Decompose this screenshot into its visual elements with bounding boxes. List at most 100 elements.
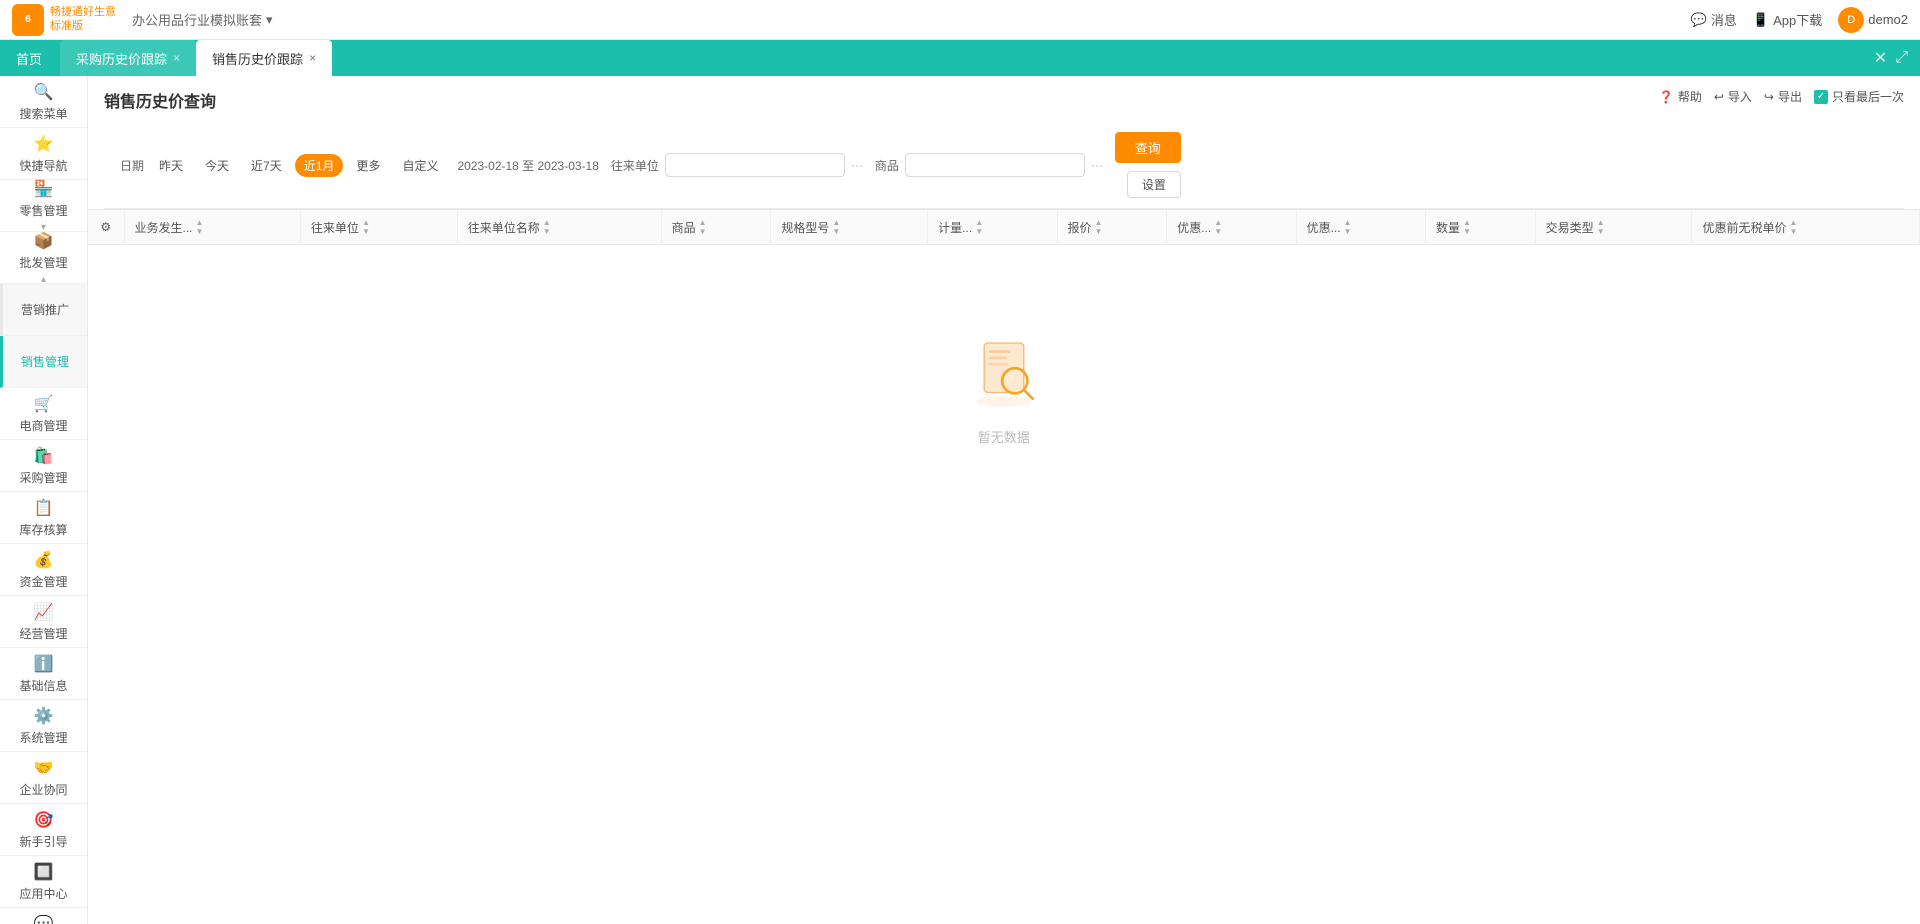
sidebar-item-shortcut[interactable]: ⭐ 快捷导航 [0,128,87,180]
tab-bar-actions: ✕ ⤢ [1874,48,1920,68]
sidebar-item-retail[interactable]: 🏪 零售管理 ▾ [0,180,87,232]
collab-icon: 🤝 [34,758,54,778]
import-icon: ↩ [1714,90,1724,104]
sidebar-item-ecommerce[interactable]: 🛒 电商管理 [0,388,87,440]
col-biz-date[interactable]: 业务发生... ▲▼ [124,210,300,245]
retail-icon: 🏪 [34,179,54,199]
goods-input[interactable] [905,153,1085,177]
sort-arrows-unit: ▲▼ [975,218,983,236]
col-trade-type[interactable]: 交易类型 ▲▼ [1535,210,1692,245]
col-discount2[interactable]: 优惠... ▲▼ [1296,210,1425,245]
date-btn-7days[interactable]: 近7天 [242,154,291,177]
col-discount1[interactable]: 优惠... ▲▼ [1167,210,1296,245]
tab-sales-label: 销售历史价跟踪 [212,49,303,68]
partner-dots-button[interactable]: ··· [851,158,863,172]
col-quantity[interactable]: 数量 ▲▼ [1425,210,1535,245]
tab-sales[interactable]: 销售历史价跟踪 × [196,40,332,76]
sidebar-item-sales-mgmt[interactable]: 销售管理 [0,336,87,388]
system-icon: ⚙️ [34,706,54,726]
col-goods[interactable]: 商品 ▲▼ [661,210,771,245]
sidebar-label-wholesale: 批发管理 [19,254,67,271]
sidebar-label-operations: 经营管理 [19,625,67,642]
tab-purchase[interactable]: 采购历史价跟踪 × [60,40,196,76]
export-icon: ↪ [1764,90,1774,104]
download-button[interactable]: 📱 App下载 [1753,10,1822,29]
sort-arrows-quantity: ▲▼ [1463,218,1471,236]
sidebar-item-marketing[interactable]: 营销推广 [0,284,87,336]
col-spec[interactable]: 规格型号 ▲▼ [771,210,928,245]
export-button[interactable]: ↪ 导出 [1764,88,1802,105]
tab-purchase-close[interactable]: × [173,51,180,65]
partner-filter-label: 往来单位 [611,157,659,174]
sidebar-item-apps[interactable]: 🔲 应用中心 [0,856,87,908]
download-icon: 📱 [1753,12,1769,28]
app-selector[interactable]: 办公用品行业模拟账套 ▾ [124,6,281,33]
tab-home[interactable]: 首页 [0,40,58,76]
date-btn-custom[interactable]: 自定义 [393,154,447,177]
sidebar-item-search[interactable]: 🔍 搜索菜单 [0,76,87,128]
message-icon: 💬 [1691,12,1707,28]
date-filter-group: 日期 昨天 今天 近7天 近1月 更多 自定义 2023-02-18 至 202… [120,154,599,177]
sidebar-item-basic[interactable]: ℹ️ 基础信息 [0,648,87,700]
date-shortcuts: 昨天 今天 近7天 近1月 更多 自定义 [150,154,447,177]
import-button[interactable]: ↩ 导入 [1714,88,1752,105]
sidebar-label-search: 搜索菜单 [19,105,67,122]
sidebar-item-wholesale[interactable]: 📦 批发管理 ▴ [0,232,87,284]
logo-line2: 标准版 [50,20,116,33]
apps-icon: 🔲 [34,862,54,882]
chevron-up-icon-wholesale: ▴ [41,274,46,285]
tab-sales-close[interactable]: × [309,51,316,65]
sidebar-label-shortcut: 快捷导航 [19,157,67,174]
col-partner-name[interactable]: 往来单位名称 ▲▼ [457,210,661,245]
col-pretax-price[interactable]: 优惠前无税单价 ▲▼ [1692,210,1920,245]
logo-symbol: 6 [25,14,31,25]
goods-filter-group: 商品 ··· [875,153,1103,177]
col-partner-code[interactable]: 往来单位 ▲▼ [300,210,457,245]
maximize-button[interactable]: ⤢ [1895,49,1908,67]
empty-row: 暂无数据 [88,245,1920,527]
sidebar-item-operations[interactable]: 📈 经营管理 [0,596,87,648]
setting-button[interactable]: 设置 [1127,171,1181,198]
data-table: ⚙ 业务发生... ▲▼ 往来单位 ▲▼ [88,210,1920,526]
sidebar-item-system[interactable]: ⚙️ 系统管理 [0,700,87,752]
top-bar-right: 💬 消息 📱 App下载 D demo2 [1691,7,1908,33]
sidebar-item-purchase[interactable]: 🛍️ 采购管理 [0,440,87,492]
table-container: ⚙ 业务发生... ▲▼ 往来单位 ▲▼ [88,210,1920,924]
table-gear-col[interactable]: ⚙ [88,210,124,245]
logo-icon: 6 [12,4,44,36]
avatar: D [1838,7,1864,33]
sort-arrows-goods: ▲▼ [699,218,707,236]
date-btn-more[interactable]: 更多 [347,154,389,177]
purchase-icon: 🛍️ [34,446,54,466]
operations-icon: 📈 [34,602,54,622]
sort-arrows-discount2: ▲▼ [1344,218,1352,236]
table-body: 暂无数据 [88,245,1920,527]
filter-area: 日期 昨天 今天 近7天 近1月 更多 自定义 2023-02-18 至 202… [104,122,1904,209]
query-button[interactable]: 查询 [1115,132,1181,163]
message-button[interactable]: 💬 消息 [1691,10,1737,29]
sidebar-item-wxwork[interactable]: 💬 企业微信 [0,908,87,924]
star-icon: ⭐ [34,134,54,154]
sidebar-item-guide[interactable]: 🎯 新手引导 [0,804,87,856]
last-only-checkbox[interactable]: ✓ 只看最后一次 [1814,88,1904,105]
goods-dots-button[interactable]: ··· [1091,158,1103,172]
sidebar-label-ecommerce: 电商管理 [19,417,67,434]
search-icon: 🔍 [34,82,54,102]
checkbox-label: 只看最后一次 [1832,88,1904,105]
date-btn-1month[interactable]: 近1月 [295,154,344,177]
sort-arrows-trade-type: ▲▼ [1597,218,1605,236]
sidebar-item-collab[interactable]: 🤝 企业协同 [0,752,87,804]
help-button[interactable]: ❓ 帮助 [1659,88,1702,105]
col-quote[interactable]: 报价 ▲▼ [1057,210,1167,245]
user-menu[interactable]: D demo2 [1838,7,1908,33]
sidebar-item-inventory[interactable]: 📋 库存核算 [0,492,87,544]
date-btn-today[interactable]: 今天 [196,154,238,177]
close-all-tabs-button[interactable]: ✕ [1874,48,1887,68]
partner-input[interactable] [665,153,845,177]
sidebar-label-collab: 企业协同 [19,781,67,798]
sidebar-item-finance[interactable]: 💰 资金管理 [0,544,87,596]
sidebar-label-purchase: 采购管理 [19,469,67,486]
col-unit[interactable]: 计量... ▲▼ [928,210,1057,245]
help-label: 帮助 [1678,88,1702,105]
date-btn-yesterday[interactable]: 昨天 [150,154,192,177]
